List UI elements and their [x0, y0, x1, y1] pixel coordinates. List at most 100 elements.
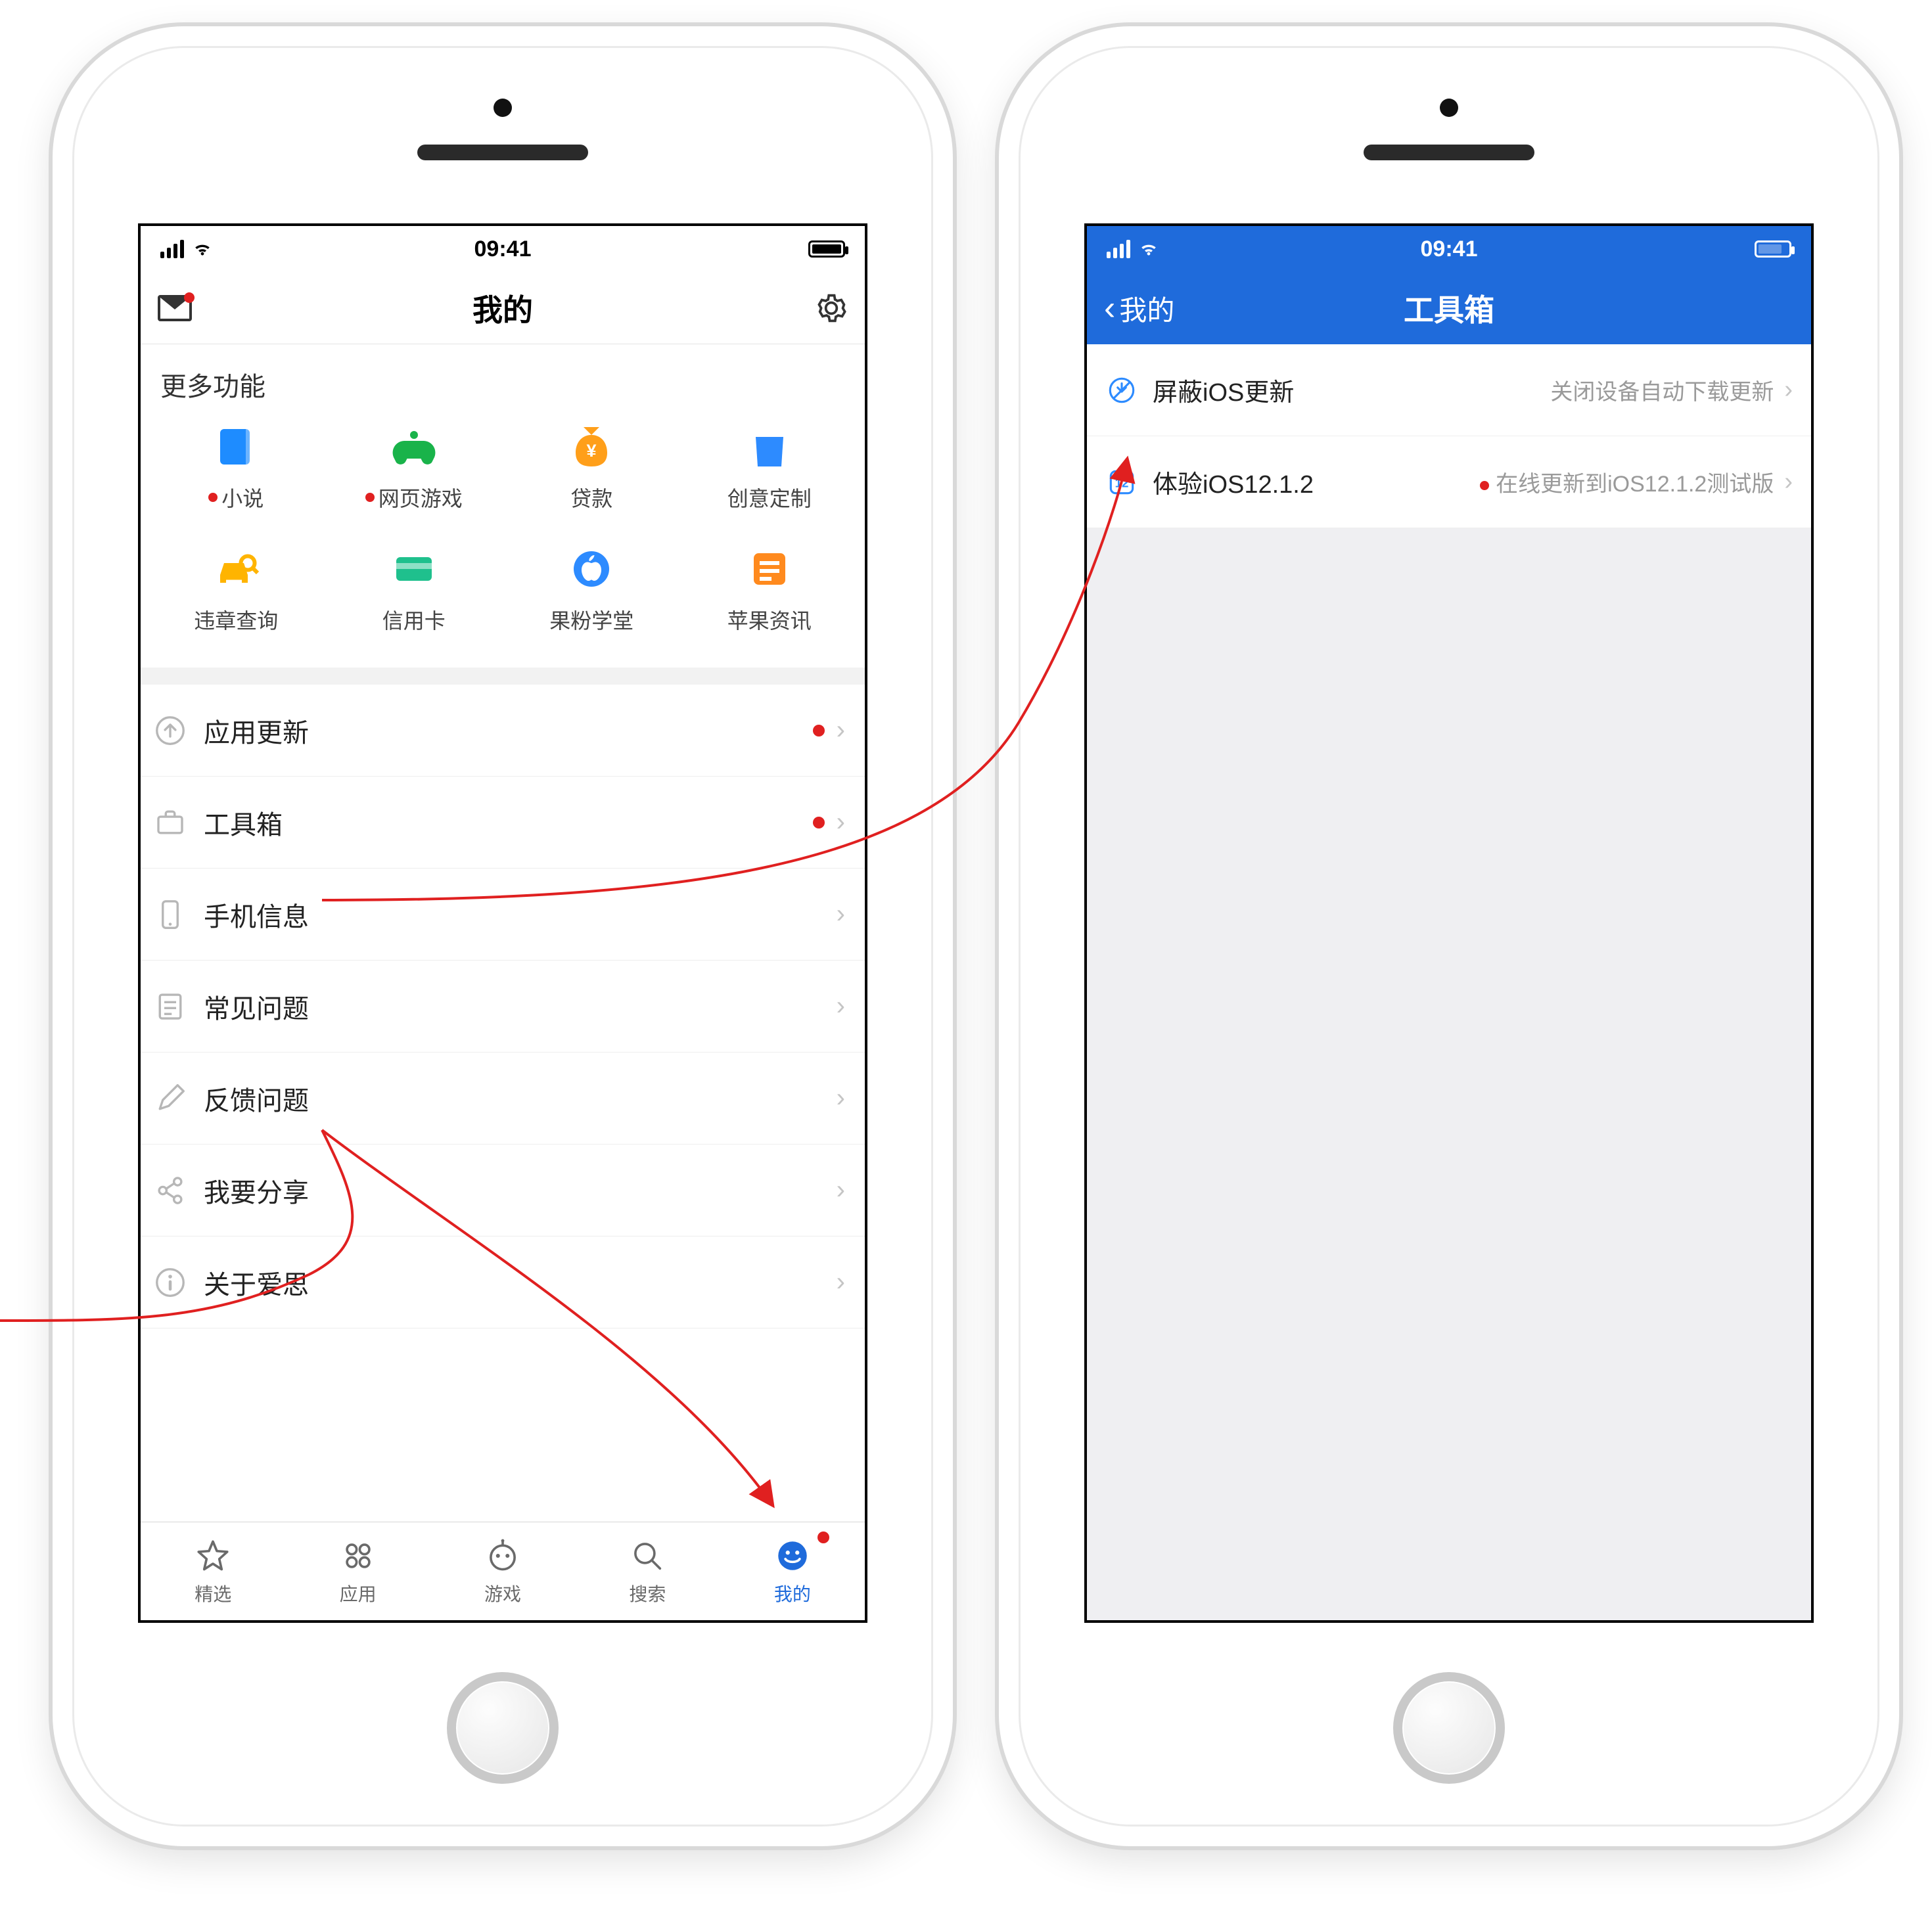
section-title: 更多功能 — [141, 344, 865, 417]
tab-search[interactable]: 搜索 — [575, 1522, 720, 1620]
feature-gamepad[interactable]: 网页游戏 — [325, 423, 503, 512]
tab-star[interactable]: 精选 — [141, 1522, 285, 1620]
battery-icon — [1755, 240, 1791, 258]
news-icon — [746, 545, 793, 593]
status-bar: 09:41 — [141, 226, 865, 272]
red-dot-icon — [365, 493, 375, 502]
status-bar: 09:41 — [1087, 226, 1811, 272]
phone-mockup-right: 09:41 ‹ 我的 工具箱 屏蔽iOS更新 关闭设备自动下载更新 › 12 体… — [999, 26, 1899, 1846]
wifi-icon — [192, 241, 213, 257]
money-bag-icon: ¥ — [568, 423, 615, 470]
chevron-right-icon: › — [837, 807, 845, 837]
signal-icon — [160, 240, 184, 258]
screen-left: 09:41 我的 更多功能 小说 网页游戏 ¥ 贷款 创意定制 违章 — [138, 223, 867, 1623]
inbox-button[interactable] — [158, 295, 192, 321]
feature-shopping-bag[interactable]: 创意定制 — [681, 423, 859, 512]
battery-icon — [808, 240, 845, 258]
home-button[interactable] — [1393, 1672, 1505, 1784]
section-divider — [141, 668, 865, 685]
red-dot-icon — [1480, 481, 1489, 490]
home-button[interactable] — [447, 1672, 559, 1784]
list-item-list-doc[interactable]: 常见问题 › — [141, 961, 865, 1053]
tab-robot[interactable]: 游戏 — [430, 1522, 575, 1620]
tool-row[interactable]: 屏蔽iOS更新 关闭设备自动下载更新 › — [1087, 344, 1811, 436]
wifi-icon — [1138, 241, 1159, 257]
page-title: 工具箱 — [1404, 286, 1494, 330]
info-circle-icon — [152, 1265, 188, 1300]
phone-mockup-left: 09:41 我的 更多功能 小说 网页游戏 ¥ 贷款 创意定制 违章 — [53, 26, 953, 1846]
gamepad-icon — [390, 423, 438, 470]
red-dot-icon — [813, 725, 825, 737]
tool-row-desc: 关闭设备自动下载更新 — [1550, 374, 1774, 406]
feature-label: 果粉学堂 — [549, 604, 633, 635]
feature-apple-school[interactable]: 果粉学堂 — [503, 545, 681, 635]
list-item-label: 反馈问题 — [204, 1079, 837, 1118]
status-time: 09:41 — [1421, 237, 1478, 262]
tab-label: 搜索 — [629, 1580, 666, 1606]
search-icon — [628, 1537, 666, 1575]
star-icon — [194, 1537, 232, 1575]
tool-row-label: 体验iOS12.1.2 — [1153, 464, 1314, 500]
chevron-right-icon: › — [1784, 376, 1793, 404]
book-icon — [212, 423, 260, 470]
briefcase-icon — [152, 805, 188, 840]
list-doc-icon — [152, 989, 188, 1024]
list-item-up-circle[interactable]: 应用更新 › — [141, 685, 865, 777]
credit-card-icon — [390, 545, 438, 593]
feature-label: 网页游戏 — [379, 482, 463, 512]
tab-apps[interactable]: 应用 — [285, 1522, 430, 1620]
feature-label: 苹果资讯 — [727, 604, 812, 635]
tab-label: 游戏 — [484, 1580, 521, 1606]
tab-bar: 精选 应用 游戏 搜索 我的 — [141, 1522, 865, 1620]
shopping-bag-icon — [746, 423, 793, 470]
tool-row[interactable]: 12 体验iOS12.1.2 在线更新到iOS12.1.2测试版 › — [1087, 436, 1811, 528]
list-item-share[interactable]: 我要分享 › — [141, 1145, 865, 1237]
feature-credit-card[interactable]: 信用卡 — [325, 545, 503, 635]
feature-car-search[interactable]: 违章查询 — [147, 545, 325, 635]
block-update-icon — [1105, 374, 1138, 407]
chevron-left-icon: ‹ — [1104, 291, 1115, 325]
list-item-pencil[interactable]: 反馈问题 › — [141, 1053, 865, 1145]
list-item-label: 常见问题 — [204, 987, 837, 1026]
chevron-right-icon: › — [837, 1267, 845, 1297]
list-item-info-circle[interactable]: 关于爱思 › — [141, 1237, 865, 1328]
empty-area — [1087, 528, 1811, 1620]
feature-label: 信用卡 — [382, 604, 446, 635]
feature-label: 贷款 — [570, 482, 612, 512]
tab-label: 精选 — [195, 1580, 231, 1606]
back-button[interactable]: ‹ 我的 — [1104, 288, 1174, 329]
robot-icon — [484, 1537, 522, 1575]
page-title: 我的 — [472, 286, 533, 330]
chevron-right-icon: › — [837, 1083, 845, 1113]
feature-money-bag[interactable]: ¥ 贷款 — [503, 423, 681, 512]
phone-speaker — [417, 145, 588, 160]
up-circle-icon — [152, 713, 188, 748]
navbar: ‹ 我的 工具箱 — [1087, 272, 1811, 344]
chevron-right-icon: › — [837, 991, 845, 1021]
tab-smile[interactable]: 我的 — [720, 1522, 865, 1620]
tool-row-label: 屏蔽iOS更新 — [1153, 372, 1294, 408]
pencil-icon — [152, 1081, 188, 1116]
apps-icon — [339, 1537, 377, 1575]
list-item-briefcase[interactable]: 工具箱 › — [141, 777, 865, 869]
list-item-label: 关于爱思 — [204, 1263, 837, 1302]
list-item-label: 工具箱 — [204, 804, 813, 842]
list-item-label: 应用更新 — [204, 712, 813, 750]
car-search-icon — [212, 545, 260, 593]
feature-label: 创意定制 — [727, 482, 812, 512]
phone-info-icon — [152, 897, 188, 932]
phone-speaker — [1364, 145, 1534, 160]
chevron-right-icon: › — [837, 1175, 845, 1205]
feature-news[interactable]: 苹果资讯 — [681, 545, 859, 635]
phone-sensor-dot — [1440, 99, 1458, 117]
settings-button[interactable] — [815, 292, 848, 325]
list-item-label: 我要分享 — [204, 1171, 837, 1210]
list-item-phone-info[interactable]: 手机信息 › — [141, 869, 865, 961]
share-icon — [152, 1173, 188, 1208]
tool-row-desc: 在线更新到iOS12.1.2测试版 — [1480, 466, 1774, 498]
list-item-label: 手机信息 — [204, 896, 837, 934]
feature-book[interactable]: 小说 — [147, 423, 325, 512]
red-dot-icon — [817, 1532, 829, 1543]
mail-icon — [158, 295, 192, 321]
svg-text:12: 12 — [1115, 476, 1129, 489]
